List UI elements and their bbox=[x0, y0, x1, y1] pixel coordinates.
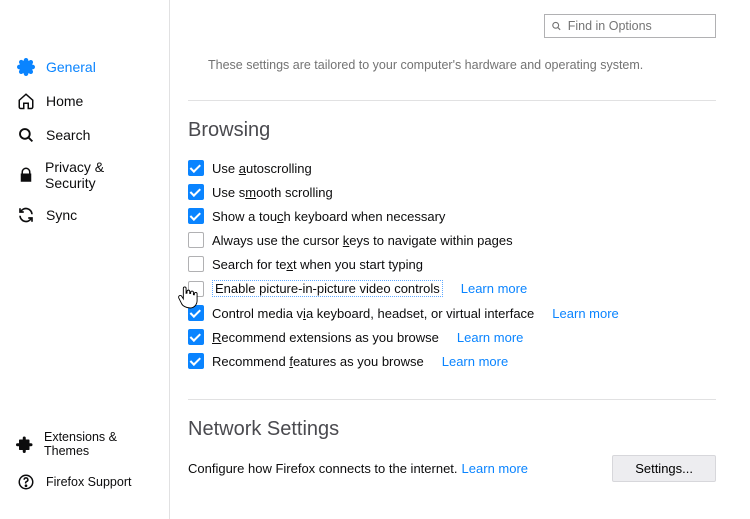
option-row: Recommend features as you browse Learn mo… bbox=[188, 349, 716, 373]
sidebar-item-extensions[interactable]: Extensions & Themes bbox=[0, 423, 169, 465]
option-label[interactable]: Use autoscrolling bbox=[212, 161, 312, 176]
checkbox[interactable] bbox=[188, 232, 204, 248]
section-title-browsing: Browsing bbox=[188, 119, 716, 142]
gear-icon bbox=[16, 57, 36, 77]
sidebar-item-label: Sync bbox=[46, 207, 77, 223]
option-label[interactable]: Always use the cursor keys to navigate w… bbox=[212, 233, 513, 248]
option-label[interactable]: Show a touch keyboard when necessary bbox=[212, 209, 445, 224]
learn-more-link[interactable]: Learn more bbox=[442, 354, 508, 369]
sidebar-footer-label: Firefox Support bbox=[46, 475, 131, 489]
option-label[interactable]: Recommend extensions as you browse bbox=[212, 330, 439, 345]
intro-text: These settings are tailored to your comp… bbox=[188, 38, 716, 100]
sidebar: General Home Search Privacy & Security bbox=[0, 0, 170, 519]
option-row: Always use the cursor keys to navigate w… bbox=[188, 228, 716, 252]
section-browsing: Browsing Use autoscrolling Use smooth scr… bbox=[188, 119, 716, 373]
sidebar-item-general[interactable]: General bbox=[0, 50, 169, 84]
sidebar-item-support[interactable]: Firefox Support bbox=[0, 465, 169, 499]
home-icon bbox=[16, 91, 36, 111]
help-icon bbox=[16, 472, 36, 492]
option-row: Enable picture-in-picture video controls… bbox=[188, 276, 716, 301]
search-options-box[interactable] bbox=[544, 14, 716, 38]
search-icon bbox=[551, 20, 562, 32]
sidebar-item-search[interactable]: Search bbox=[0, 118, 169, 152]
sidebar-item-label: General bbox=[46, 59, 96, 75]
learn-more-link[interactable]: Learn more bbox=[461, 281, 527, 296]
search-input[interactable] bbox=[568, 19, 709, 33]
sidebar-item-home[interactable]: Home bbox=[0, 84, 169, 118]
option-row: Show a touch keyboard when necessary bbox=[188, 204, 716, 228]
option-row: Search for text when you start typing bbox=[188, 252, 716, 276]
learn-more-link[interactable]: Learn more bbox=[552, 306, 618, 321]
checkbox[interactable] bbox=[188, 353, 204, 369]
lock-icon bbox=[16, 165, 35, 185]
option-label[interactable]: Recommend features as you browse bbox=[212, 354, 424, 369]
checkbox[interactable] bbox=[188, 256, 204, 272]
search-icon bbox=[16, 125, 36, 145]
option-row: Recommend extensions as you browse Learn … bbox=[188, 325, 716, 349]
sidebar-item-label: Privacy & Security bbox=[45, 159, 153, 191]
option-row: Use autoscrolling bbox=[188, 156, 716, 180]
option-label[interactable]: Search for text when you start typing bbox=[212, 257, 423, 272]
checkbox[interactable] bbox=[188, 329, 204, 345]
checkbox[interactable] bbox=[188, 208, 204, 224]
section-network: Network Settings Configure how Firefox c… bbox=[188, 418, 716, 482]
sidebar-item-privacy[interactable]: Privacy & Security bbox=[0, 152, 169, 198]
checkbox[interactable] bbox=[188, 184, 204, 200]
sidebar-item-label: Home bbox=[46, 93, 83, 109]
puzzle-icon bbox=[16, 434, 34, 454]
option-label[interactable]: Control media via keyboard, headset, or … bbox=[212, 306, 534, 321]
divider bbox=[188, 100, 716, 101]
content: These settings are tailored to your comp… bbox=[170, 0, 750, 519]
sync-icon bbox=[16, 205, 36, 225]
network-learn-more-link[interactable]: Learn more bbox=[462, 461, 528, 476]
sidebar-footer-label: Extensions & Themes bbox=[44, 430, 153, 458]
sidebar-item-sync[interactable]: Sync bbox=[0, 198, 169, 232]
learn-more-link[interactable]: Learn more bbox=[457, 330, 523, 345]
network-settings-button[interactable]: Settings... bbox=[612, 455, 716, 482]
checkbox[interactable] bbox=[188, 160, 204, 176]
network-desc: Configure how Firefox connects to the in… bbox=[188, 461, 458, 476]
divider bbox=[188, 399, 716, 400]
checkbox[interactable] bbox=[188, 281, 204, 297]
option-label[interactable]: Use smooth scrolling bbox=[212, 185, 333, 200]
section-title-network: Network Settings bbox=[188, 418, 716, 441]
option-row: Control media via keyboard, headset, or … bbox=[188, 301, 716, 325]
sidebar-item-label: Search bbox=[46, 127, 90, 143]
option-row: Use smooth scrolling bbox=[188, 180, 716, 204]
option-label[interactable]: Enable picture-in-picture video controls bbox=[212, 280, 443, 297]
checkbox[interactable] bbox=[188, 305, 204, 321]
